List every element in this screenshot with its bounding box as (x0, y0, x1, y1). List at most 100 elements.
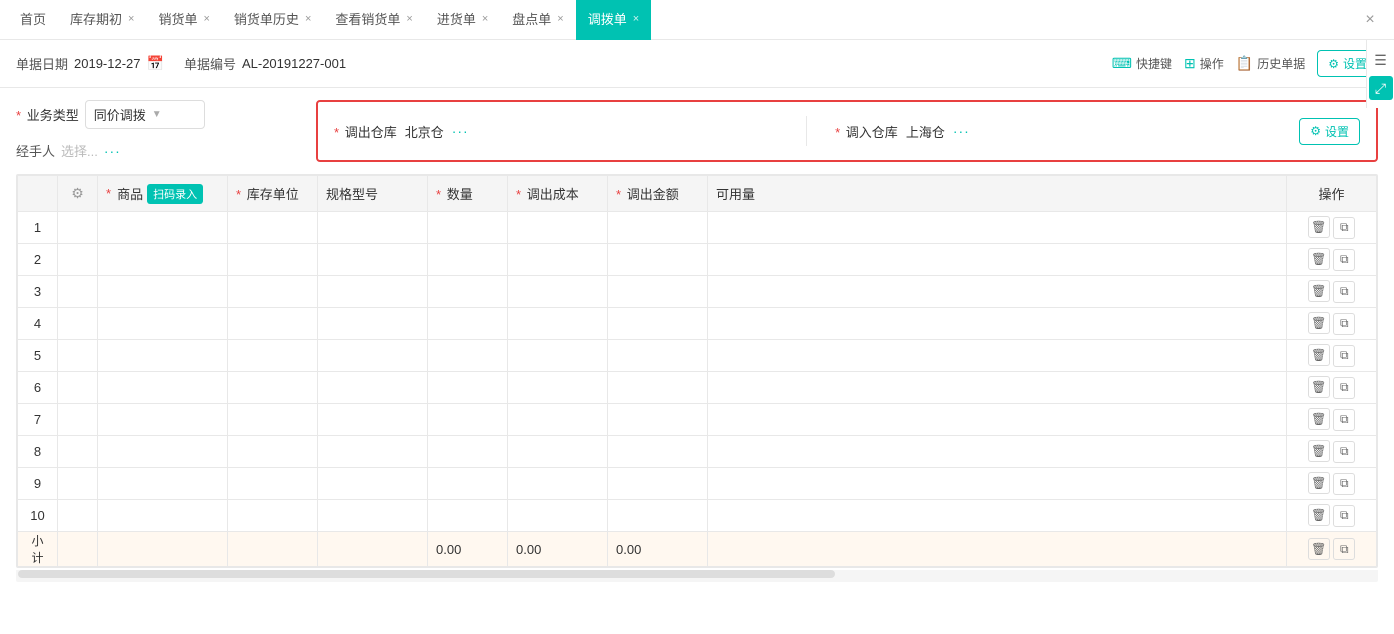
tab-purchase-order[interactable]: 进货单 × (425, 0, 500, 40)
tab-sales-order[interactable]: 销货单 × (146, 0, 221, 40)
tab-inventory-init-close[interactable]: × (128, 13, 134, 25)
row-spec-5[interactable] (318, 340, 428, 372)
operation-btn[interactable]: ⊞ 操作 (1184, 55, 1224, 72)
row-goods-1[interactable] (98, 212, 228, 244)
row-qty-4[interactable] (428, 308, 508, 340)
tab-inventory-check[interactable]: 盘点单 × (500, 0, 575, 40)
biz-type-select[interactable]: 同价调拨 ▼ (85, 100, 205, 129)
row-unit-5[interactable] (228, 340, 318, 372)
shortcut-btn[interactable]: ⌨ 快捷键 (1112, 55, 1172, 72)
tab-view-sales[interactable]: 查看销货单 × (323, 0, 424, 40)
tab-view-sales-close[interactable]: × (406, 13, 412, 25)
row-spec-10[interactable] (318, 500, 428, 532)
row-qty-1[interactable] (428, 212, 508, 244)
row-unit-7[interactable] (228, 404, 318, 436)
row-qty-6[interactable] (428, 372, 508, 404)
warehouse-settings-btn[interactable]: ⚙ 设置 (1299, 118, 1360, 145)
row-goods-3[interactable] (98, 276, 228, 308)
row-delete-icon-1[interactable]: 🗑 (1308, 216, 1330, 238)
row-amount-8[interactable] (608, 436, 708, 468)
row-amount-3[interactable] (608, 276, 708, 308)
history-btn[interactable]: 📋 历史单据 (1236, 55, 1305, 72)
row-qty-8[interactable] (428, 436, 508, 468)
row-unit-2[interactable] (228, 244, 318, 276)
window-close-button[interactable]: × (1354, 4, 1386, 36)
row-copy-icon-6[interactable]: ⧉ (1333, 377, 1355, 399)
row-goods-9[interactable] (98, 468, 228, 500)
row-available-3[interactable] (708, 276, 1287, 308)
row-delete-icon-5[interactable]: 🗑 (1308, 344, 1330, 366)
row-cost-5[interactable] (508, 340, 608, 372)
row-cost-8[interactable] (508, 436, 608, 468)
tab-transfer-order[interactable]: 调拨单 × (576, 0, 651, 40)
row-goods-10[interactable] (98, 500, 228, 532)
row-cost-10[interactable] (508, 500, 608, 532)
in-warehouse-value[interactable]: 上海仓 (906, 122, 945, 141)
row-available-2[interactable] (708, 244, 1287, 276)
row-copy-icon-7[interactable]: ⧉ (1333, 409, 1355, 431)
row-spec-1[interactable] (318, 212, 428, 244)
row-copy-icon-1[interactable]: ⧉ (1333, 217, 1355, 239)
row-unit-4[interactable] (228, 308, 318, 340)
table-gear-icon[interactable]: ⚙ (71, 185, 84, 202)
row-delete-icon-7[interactable]: 🗑 (1308, 408, 1330, 430)
row-qty-3[interactable] (428, 276, 508, 308)
row-amount-6[interactable] (608, 372, 708, 404)
row-delete-icon-2[interactable]: 🗑 (1308, 248, 1330, 270)
row-unit-1[interactable] (228, 212, 318, 244)
row-goods-5[interactable] (98, 340, 228, 372)
row-qty-7[interactable] (428, 404, 508, 436)
row-available-8[interactable] (708, 436, 1287, 468)
row-available-10[interactable] (708, 500, 1287, 532)
row-amount-4[interactable] (608, 308, 708, 340)
row-available-5[interactable] (708, 340, 1287, 372)
row-amount-1[interactable] (608, 212, 708, 244)
row-delete-icon-3[interactable]: 🗑 (1308, 280, 1330, 302)
row-cost-4[interactable] (508, 308, 608, 340)
row-copy-icon-8[interactable]: ⧉ (1333, 441, 1355, 463)
row-cost-2[interactable] (508, 244, 608, 276)
row-cost-6[interactable] (508, 372, 608, 404)
out-warehouse-more-btn[interactable]: ··· (452, 123, 469, 139)
scan-btn[interactable]: 扫码录入 (147, 184, 203, 204)
scroll-bar[interactable] (16, 570, 1378, 582)
row-copy-icon-10[interactable]: ⧉ (1333, 505, 1355, 527)
row-delete-icon-8[interactable]: 🗑 (1308, 440, 1330, 462)
row-cost-3[interactable] (508, 276, 608, 308)
row-goods-6[interactable] (98, 372, 228, 404)
row-goods-2[interactable] (98, 244, 228, 276)
row-delete-icon-10[interactable]: 🗑 (1308, 504, 1330, 526)
row-available-6[interactable] (708, 372, 1287, 404)
tab-sales-order-close[interactable]: × (203, 13, 209, 25)
person-more-btn[interactable]: ··· (104, 143, 121, 159)
row-delete-icon-6[interactable]: 🗑 (1308, 376, 1330, 398)
row-spec-7[interactable] (318, 404, 428, 436)
tab-transfer-order-close[interactable]: × (633, 13, 639, 25)
person-placeholder[interactable]: 选择... (61, 141, 98, 160)
row-available-1[interactable] (708, 212, 1287, 244)
row-copy-icon-3[interactable]: ⧉ (1333, 281, 1355, 303)
tab-sales-history-close[interactable]: × (305, 13, 311, 25)
tab-inventory-init[interactable]: 库存期初 × (58, 0, 146, 40)
row-qty-10[interactable] (428, 500, 508, 532)
tab-home[interactable]: 首页 (8, 0, 58, 40)
row-goods-7[interactable] (98, 404, 228, 436)
row-cost-1[interactable] (508, 212, 608, 244)
out-warehouse-value[interactable]: 北京仓 (405, 122, 444, 141)
subtotal-delete-icon[interactable]: 🗑 (1308, 538, 1330, 560)
row-spec-8[interactable] (318, 436, 428, 468)
tab-sales-history[interactable]: 销货单历史 × (222, 0, 323, 40)
row-spec-9[interactable] (318, 468, 428, 500)
sidebar-list-btn[interactable]: ☰ (1369, 48, 1393, 72)
row-copy-icon-5[interactable]: ⧉ (1333, 345, 1355, 367)
row-copy-icon-2[interactable]: ⧉ (1333, 249, 1355, 271)
scroll-thumb[interactable] (18, 570, 835, 578)
row-amount-2[interactable] (608, 244, 708, 276)
subtotal-copy-icon[interactable]: ⧉ (1333, 538, 1355, 560)
row-unit-9[interactable] (228, 468, 318, 500)
tab-inventory-check-close[interactable]: × (557, 13, 563, 25)
row-goods-4[interactable] (98, 308, 228, 340)
row-available-9[interactable] (708, 468, 1287, 500)
col-header-gear[interactable]: ⚙ (58, 176, 98, 212)
row-spec-6[interactable] (318, 372, 428, 404)
